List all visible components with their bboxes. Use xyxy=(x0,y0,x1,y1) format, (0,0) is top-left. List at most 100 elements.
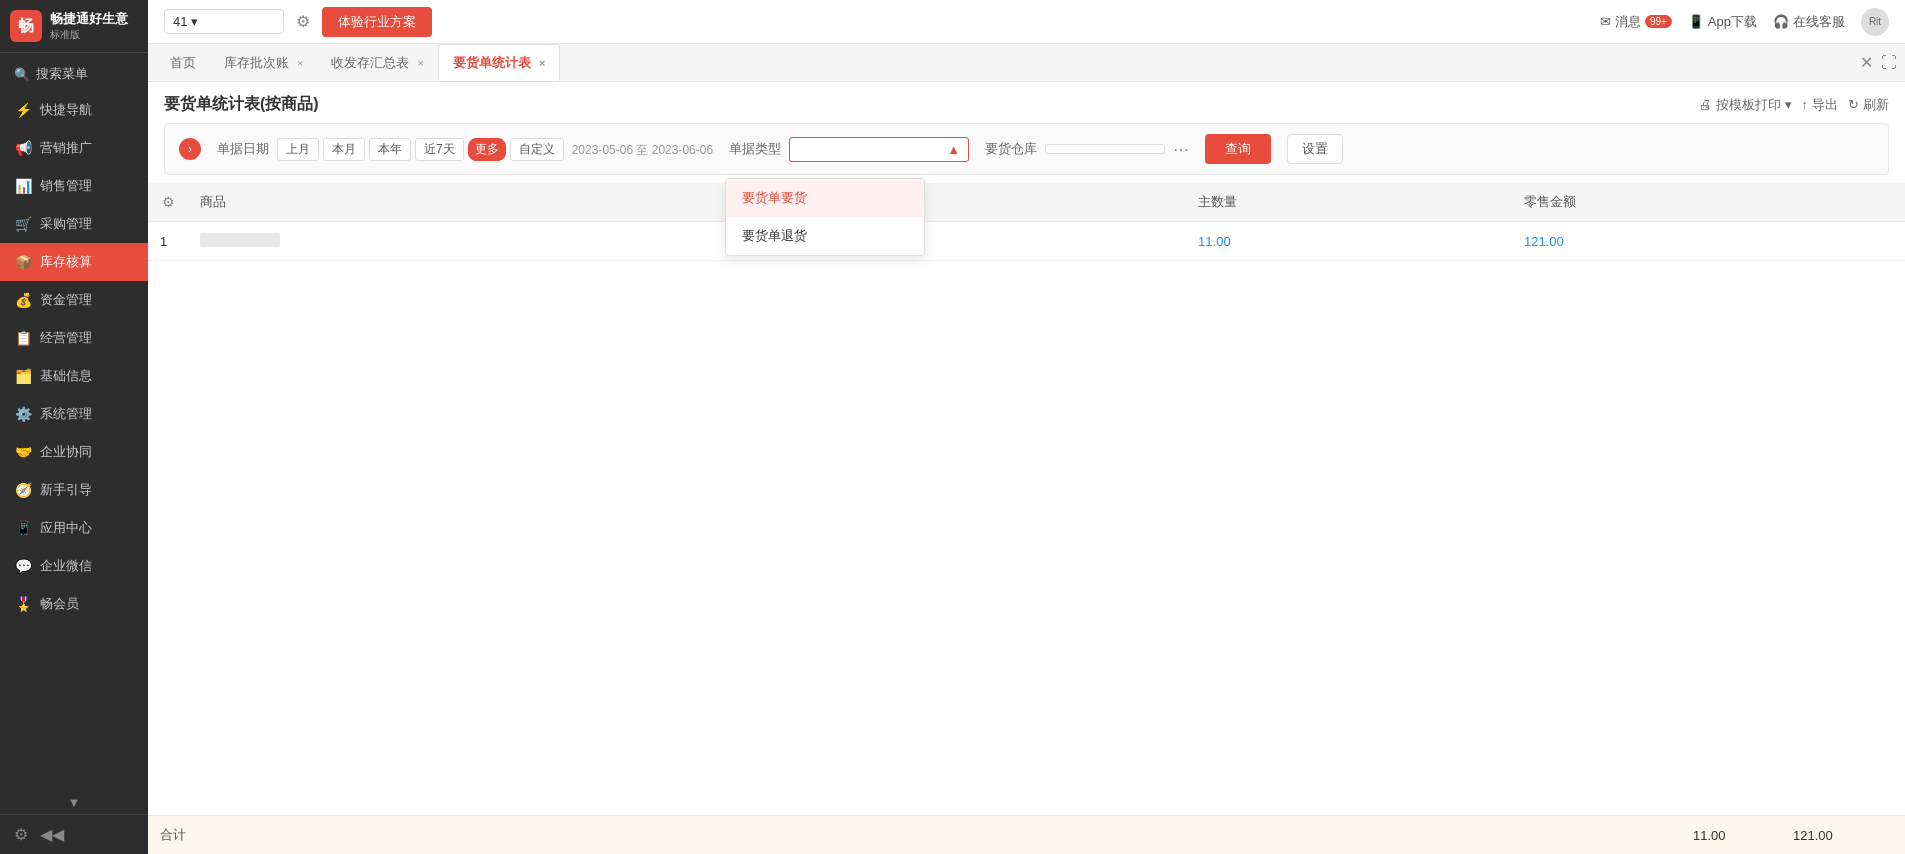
topbar-settings-icon[interactable]: ⚙ xyxy=(292,8,314,35)
dropdown-item-order-goods[interactable]: 要货单要货 xyxy=(726,179,924,217)
filter-expand-button[interactable]: › xyxy=(179,138,201,160)
sidebar-scroll-down[interactable]: ▼ xyxy=(0,790,148,814)
headset-icon: 🎧 xyxy=(1773,14,1789,29)
sidebar-item-system[interactable]: ⚙️ 系统管理 xyxy=(0,395,148,433)
amount-link[interactable]: 121.00 xyxy=(1524,234,1564,249)
sidebar-item-appstore[interactable]: 📱 应用中心 xyxy=(0,509,148,547)
operation-icon: 📋 xyxy=(14,329,32,347)
page-title: 要货单统计表(按商品) xyxy=(164,94,319,115)
tab-close-order-summary[interactable]: × xyxy=(539,57,545,69)
data-table: ⚙ 商品 主计量单位 主数量 零售金额 1 块 xyxy=(148,183,1905,261)
enterprise-icon: 🤝 xyxy=(14,443,32,461)
sidebar-item-marketing[interactable]: 📢 营销推广 xyxy=(0,129,148,167)
table-header-product: 商品 xyxy=(188,183,726,222)
sidebar-collapse-icon[interactable]: ◀◀ xyxy=(40,825,64,844)
tab-receivable-summary[interactable]: 收发存汇总表 × xyxy=(317,44,437,81)
table-cell-index: 1 xyxy=(148,222,188,261)
type-select-chevron-icon: ▲ xyxy=(947,142,960,157)
sidebar-item-basic[interactable]: 🗂️ 基础信息 xyxy=(0,357,148,395)
refresh-icon: ↻ xyxy=(1848,97,1859,112)
query-button[interactable]: 查询 xyxy=(1205,134,1271,164)
date-btn-last-7days[interactable]: 近7天 xyxy=(415,138,464,161)
sidebar-item-purchase[interactable]: 🛒 采购管理 xyxy=(0,205,148,243)
dropdown-item-order-return[interactable]: 要货单退货 xyxy=(726,217,924,255)
table-footer: 合计 11.00 121.00 xyxy=(148,815,1905,854)
date-btn-custom[interactable]: 自定义 xyxy=(510,138,564,161)
table-container: ⚙ 商品 主计量单位 主数量 零售金额 1 块 xyxy=(148,183,1905,261)
topbar: 41 ▾ ⚙ 体验行业方案 ✉ 消息 99+ 📱 App下载 🎧 在线客服 Ri… xyxy=(148,0,1905,44)
tab-close-inventory-batch[interactable]: × xyxy=(297,57,303,69)
app-logo: 畅 xyxy=(10,10,42,42)
product-placeholder xyxy=(200,233,280,247)
tab-close-all-icon[interactable]: ✕ xyxy=(1860,53,1873,72)
date-btn-more[interactable]: 更多 xyxy=(468,138,506,161)
sidebar-item-sales[interactable]: 📊 销售管理 xyxy=(0,167,148,205)
footer-amount-value: 121.00 xyxy=(1793,828,1893,843)
tab-expand-icon[interactable]: ⛶ xyxy=(1881,54,1897,72)
sidebar-item-search[interactable]: 🔍 搜索菜单 xyxy=(0,57,148,91)
avatar[interactable]: Rit xyxy=(1861,8,1889,36)
online-service-button[interactable]: 🎧 在线客服 xyxy=(1773,13,1845,31)
page-header: 要货单统计表(按商品) 🖨 按模板打印 ▾ ↑ 导出 ↻ 刷新 xyxy=(148,82,1905,123)
sales-icon: 📊 xyxy=(14,177,32,195)
topbar-right: ✉ 消息 99+ 📱 App下载 🎧 在线客服 Rit xyxy=(1600,8,1889,36)
tab-close-receivable-summary[interactable]: × xyxy=(417,57,423,69)
trial-button[interactable]: 体验行业方案 xyxy=(322,7,432,37)
column-settings-icon[interactable]: ⚙ xyxy=(162,194,175,210)
date-btn-last-month[interactable]: 上月 xyxy=(277,138,319,161)
table-cell-product xyxy=(188,222,726,261)
sidebar-item-shortcut[interactable]: ⚡ 快捷导航 xyxy=(0,91,148,129)
refresh-button[interactable]: ↻ 刷新 xyxy=(1848,96,1889,114)
messages-button[interactable]: ✉ 消息 99+ xyxy=(1600,13,1672,31)
tab-inventory-batch[interactable]: 库存批次账 × xyxy=(210,44,317,81)
main-area: 41 ▾ ⚙ 体验行业方案 ✉ 消息 99+ 📱 App下载 🎧 在线客服 Ri… xyxy=(148,0,1905,854)
page-content: 要货单统计表(按商品) 🖨 按模板打印 ▾ ↑ 导出 ↻ 刷新 › xyxy=(148,82,1905,815)
filter-settings-button[interactable]: 设置 xyxy=(1287,134,1343,164)
date-range-display: 2023-05-06 至 2023-06-06 xyxy=(572,142,713,159)
system-icon: ⚙️ xyxy=(14,405,32,423)
message-icon: ✉ xyxy=(1600,14,1611,29)
sidebar-item-operation[interactable]: 📋 经营管理 xyxy=(0,319,148,357)
type-filter-group: 单据类型 ▲ xyxy=(729,137,969,162)
sidebar-item-finance[interactable]: 💰 资金管理 xyxy=(0,281,148,319)
tab-home[interactable]: 首页 xyxy=(156,44,210,81)
chevron-down-icon: ▾ xyxy=(191,14,198,29)
export-button[interactable]: ↑ 导出 xyxy=(1802,96,1839,114)
finance-icon: 💰 xyxy=(14,291,32,309)
member-icon: 🎖️ xyxy=(14,595,32,613)
sidebar-item-guide[interactable]: 🧭 新手引导 xyxy=(0,471,148,509)
table-header-quantity: 主数量 xyxy=(1186,183,1512,222)
warehouse-select-input[interactable] xyxy=(1045,144,1165,154)
sidebar-settings-icon[interactable]: ⚙ xyxy=(14,825,28,844)
printer-icon: 🖨 xyxy=(1699,97,1712,112)
store-selector[interactable]: 41 ▾ xyxy=(164,9,284,34)
table-row: 1 块 11.00 121.00 xyxy=(148,222,1905,261)
sidebar-header: 畅 畅捷通好生意 标准版 xyxy=(0,0,148,53)
topbar-left: 41 ▾ ⚙ 体验行业方案 xyxy=(164,7,1588,37)
sidebar-item-inventory[interactable]: 📦 库存核算 xyxy=(0,243,148,281)
print-chevron-icon: ▾ xyxy=(1785,97,1792,112)
app-download-button[interactable]: 📱 App下载 xyxy=(1688,13,1757,31)
appstore-icon: 📱 xyxy=(14,519,32,537)
warehouse-more-icon[interactable]: ⋯ xyxy=(1173,140,1189,159)
warehouse-filter-label: 要货仓库 xyxy=(985,140,1037,158)
quantity-link[interactable]: 11.00 xyxy=(1198,234,1231,249)
footer-total-label: 合计 xyxy=(160,826,220,844)
date-btn-this-year[interactable]: 本年 xyxy=(369,138,411,161)
tab-order-summary[interactable]: 要货单统计表 × xyxy=(438,44,560,81)
page-actions: 🖨 按模板打印 ▾ ↑ 导出 ↻ 刷新 xyxy=(1699,96,1890,114)
type-select-input[interactable]: ▲ xyxy=(789,137,969,162)
print-template-button[interactable]: 🖨 按模板打印 ▾ xyxy=(1699,96,1792,114)
sidebar-item-member[interactable]: 🎖️ 畅会员 xyxy=(0,585,148,623)
sidebar-menu: 🔍 搜索菜单 ⚡ 快捷导航 📢 营销推广 📊 销售管理 🛒 采购管理 📦 库存核… xyxy=(0,53,148,790)
table-settings-header[interactable]: ⚙ xyxy=(148,183,188,222)
wechat-icon: 💬 xyxy=(14,557,32,575)
sidebar-item-wechat[interactable]: 💬 企业微信 xyxy=(0,547,148,585)
search-icon: 🔍 xyxy=(14,67,30,82)
date-btn-this-month[interactable]: 本月 xyxy=(323,138,365,161)
warehouse-filter-group: 要货仓库 ⋯ xyxy=(985,140,1189,159)
footer-quantity-value: 11.00 xyxy=(1693,828,1793,843)
basic-icon: 🗂️ xyxy=(14,367,32,385)
table-header-amount: 零售金额 xyxy=(1512,183,1905,222)
sidebar-item-enterprise[interactable]: 🤝 企业协同 xyxy=(0,433,148,471)
